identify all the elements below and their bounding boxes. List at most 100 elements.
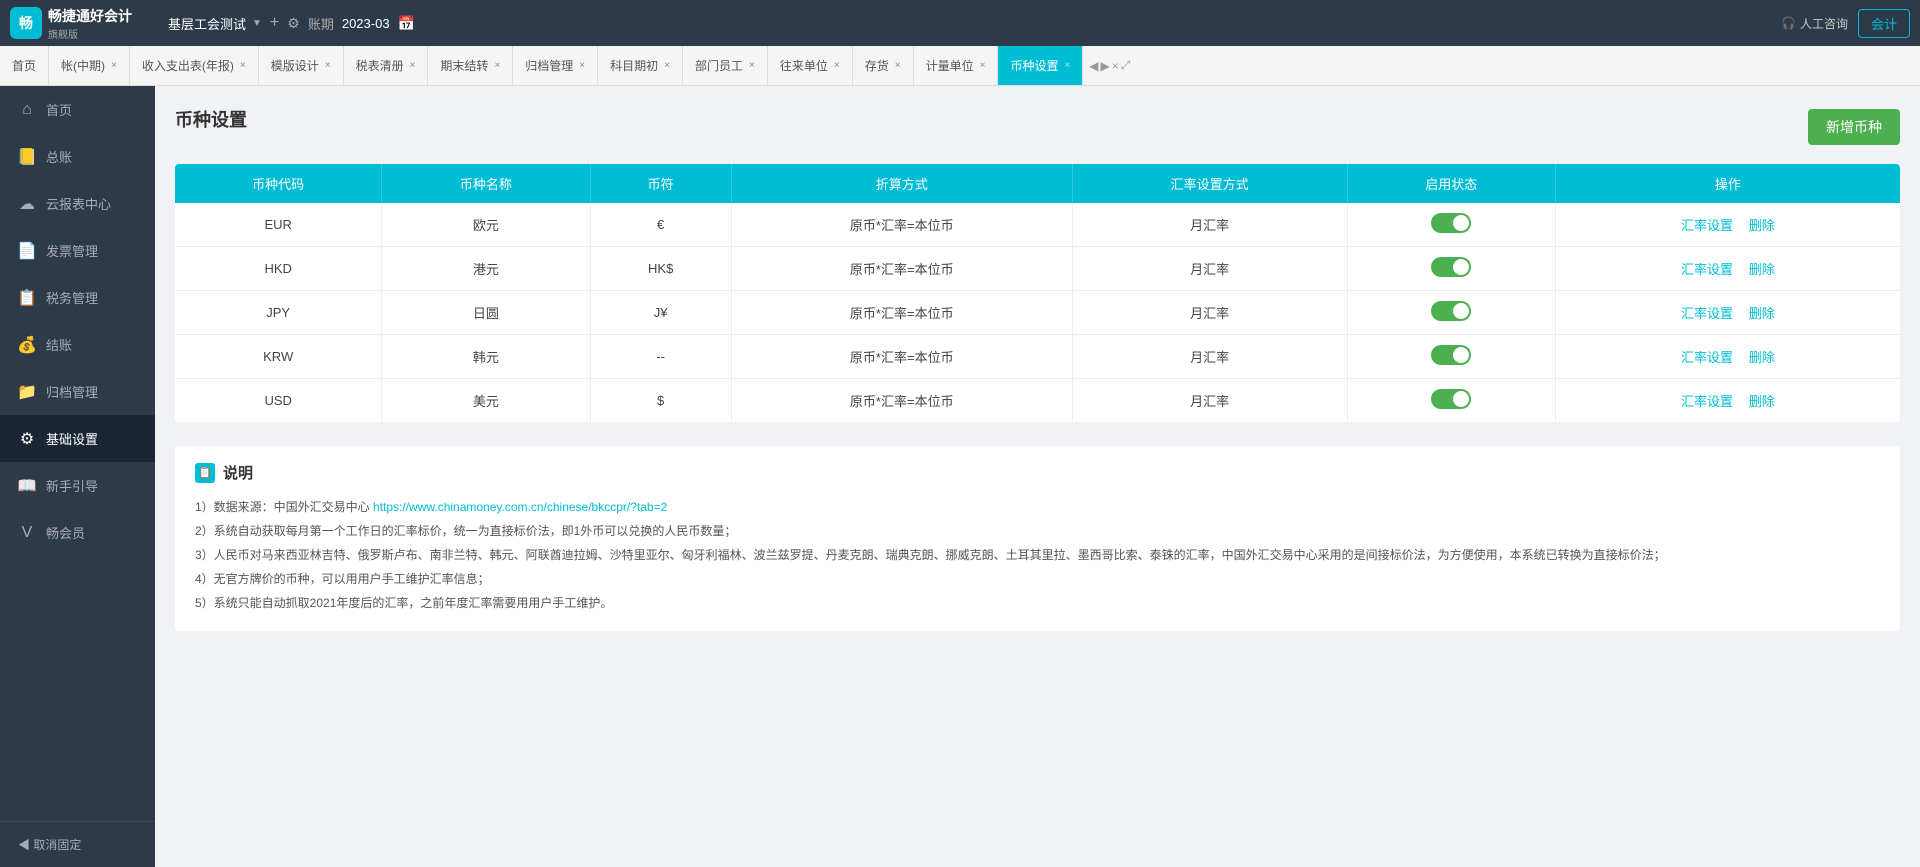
cell-status xyxy=(1347,203,1555,247)
sidebar-item-invoice[interactable]: 📄 发票管理 xyxy=(0,227,155,274)
cell-symbol: € xyxy=(590,203,731,247)
settle-icon: 💰 xyxy=(18,336,36,354)
main-layout: ⌂ 首页 📒 总账 ☁ 云报表中心 📄 发票管理 📋 税务管理 💰 结账 📁 归… xyxy=(0,86,1920,867)
delete-link[interactable]: 删除 xyxy=(1749,262,1775,277)
sidebar-item-member[interactable]: V 畅会员 xyxy=(0,509,155,556)
delete-link[interactable]: 删除 xyxy=(1749,350,1775,365)
tab-subject[interactable]: 科目期初 × xyxy=(598,46,683,86)
tab-inventory[interactable]: 存货 × xyxy=(853,46,914,86)
tab-income-label: 收入支出表(年报) xyxy=(142,57,234,74)
logo-char: 畅 xyxy=(19,13,33,33)
tab-dept-close[interactable]: × xyxy=(749,60,755,71)
tab-partner-close[interactable]: × xyxy=(834,60,840,71)
sidebar-item-archive[interactable]: 📁 归档管理 xyxy=(0,368,155,415)
chevron-down-icon: ▼ xyxy=(252,18,262,29)
sidebar-item-home[interactable]: ⌂ 首页 xyxy=(0,86,155,133)
cell-rate-type: 月汇率 xyxy=(1072,291,1347,335)
col-calc: 折算方式 xyxy=(731,164,1072,203)
notice-external-link[interactable]: https://www.chinamoney.com.cn/chinese/bk… xyxy=(373,500,667,514)
cell-rate-type: 月汇率 xyxy=(1072,247,1347,291)
rate-setting-link[interactable]: 汇率设置 xyxy=(1681,218,1733,233)
settings-icon[interactable]: ⚙ xyxy=(287,15,300,32)
toggle-switch[interactable] xyxy=(1431,345,1471,365)
tab-ledger[interactable]: 帐(中期) × xyxy=(49,46,130,86)
tab-tax-close[interactable]: × xyxy=(410,60,416,71)
table-row: KRW 韩元 -- 原币*汇率=本位币 月汇率 汇率设置 删除 xyxy=(175,335,1900,379)
calendar-icon[interactable]: 📅 xyxy=(398,15,415,32)
tab-next-icon[interactable]: ▶ xyxy=(1101,59,1110,73)
toggle-thumb xyxy=(1453,391,1469,407)
rate-setting-link[interactable]: 汇率设置 xyxy=(1681,306,1733,321)
tab-tax[interactable]: 税表清册 × xyxy=(344,46,429,86)
table-header-row: 币种代码 币种名称 币符 折算方式 汇率设置方式 启用状态 操作 xyxy=(175,164,1900,203)
cell-symbol: $ xyxy=(590,379,731,423)
tab-partner[interactable]: 往来单位 × xyxy=(768,46,853,86)
tab-income-close[interactable]: × xyxy=(240,60,246,71)
sidebar-item-report[interactable]: ☁ 云报表中心 xyxy=(0,180,155,227)
tab-unit-close[interactable]: × xyxy=(980,60,986,71)
tab-unit[interactable]: 计量单位 × xyxy=(914,46,999,86)
tab-period[interactable]: 期末结转 × xyxy=(428,46,513,86)
tab-inventory-close[interactable]: × xyxy=(895,60,901,71)
tab-archive[interactable]: 归档管理 × xyxy=(513,46,598,86)
rate-setting-link[interactable]: 汇率设置 xyxy=(1681,350,1733,365)
cell-calc: 原币*汇率=本位币 xyxy=(731,379,1072,423)
sidebar-item-guide-label: 新手引导 xyxy=(46,476,98,495)
tab-template[interactable]: 模版设计 × xyxy=(259,46,344,86)
sidebar-item-archive-label: 归档管理 xyxy=(46,382,98,401)
tab-subject-close[interactable]: × xyxy=(664,60,670,71)
account-button[interactable]: 会计 xyxy=(1858,9,1910,38)
rate-setting-link[interactable]: 汇率设置 xyxy=(1681,262,1733,277)
tab-archive-close[interactable]: × xyxy=(579,60,585,71)
cell-calc: 原币*汇率=本位币 xyxy=(731,247,1072,291)
sidebar-toggle[interactable]: ◀ 取消固定 xyxy=(0,821,155,867)
sidebar-item-basic[interactable]: ⚙ 基础设置 xyxy=(0,415,155,462)
sidebar-item-tax[interactable]: 📋 税务管理 xyxy=(0,274,155,321)
sidebar-item-settle-label: 结账 xyxy=(46,335,72,354)
tab-currency-close[interactable]: × xyxy=(1064,60,1070,71)
toggle-switch[interactable] xyxy=(1431,389,1471,409)
tab-period-close[interactable]: × xyxy=(494,60,500,71)
sidebar-item-settle[interactable]: 💰 结账 xyxy=(0,321,155,368)
currency-table: 币种代码 币种名称 币符 折算方式 汇率设置方式 启用状态 操作 EUR 欧元 … xyxy=(175,164,1900,422)
sidebar-item-guide[interactable]: 📖 新手引导 xyxy=(0,462,155,509)
tab-income[interactable]: 收入支出表(年报) × xyxy=(130,46,259,86)
cell-actions: 汇率设置 删除 xyxy=(1555,291,1900,335)
delete-link[interactable]: 删除 xyxy=(1749,394,1775,409)
delete-link[interactable]: 删除 xyxy=(1749,306,1775,321)
tab-expand-icon[interactable]: ⤢ xyxy=(1121,58,1131,73)
toggle-switch[interactable] xyxy=(1431,257,1471,277)
sidebar-item-basic-label: 基础设置 xyxy=(46,429,98,448)
new-currency-button[interactable]: 新增币种 xyxy=(1808,109,1900,145)
add-icon[interactable]: + xyxy=(270,14,279,32)
tab-nav: ◀ ▶ × ⤢ xyxy=(1083,58,1136,73)
sidebar-item-ledger[interactable]: 📒 总账 xyxy=(0,133,155,180)
table-row: JPY 日圆 J¥ 原币*汇率=本位币 月汇率 汇率设置 删除 xyxy=(175,291,1900,335)
tab-template-close[interactable]: × xyxy=(325,60,331,71)
tab-dept[interactable]: 部门员工 × xyxy=(683,46,768,86)
tab-ledger-close[interactable]: × xyxy=(111,60,117,71)
tab-currency[interactable]: 币种设置 × xyxy=(998,46,1083,86)
tab-inventory-label: 存货 xyxy=(865,57,889,74)
tab-home[interactable]: 首页 xyxy=(0,46,49,86)
cell-code: EUR xyxy=(175,203,382,247)
notice-item: 4）无官方牌价的币种，可以用用户手工维护汇率信息； xyxy=(195,567,1880,591)
tax-icon: 📋 xyxy=(18,289,36,307)
period-value: 2023-03 xyxy=(342,16,390,31)
cell-symbol: J¥ xyxy=(590,291,731,335)
rate-setting-link[interactable]: 汇率设置 xyxy=(1681,394,1733,409)
col-name: 币种名称 xyxy=(382,164,590,203)
toggle-switch[interactable] xyxy=(1431,213,1471,233)
table-row: HKD 港元 HK$ 原币*汇率=本位币 月汇率 汇率设置 删除 xyxy=(175,247,1900,291)
company-selector[interactable]: 基层工会测试 ▼ xyxy=(168,14,262,33)
toggle-switch[interactable] xyxy=(1431,301,1471,321)
tab-prev-icon[interactable]: ◀ xyxy=(1089,59,1098,73)
cell-calc: 原币*汇率=本位币 xyxy=(731,291,1072,335)
delete-link[interactable]: 删除 xyxy=(1749,218,1775,233)
header-row: 币种设置 新增币种 xyxy=(175,106,1900,148)
tab-close-all-icon[interactable]: × xyxy=(1112,59,1119,73)
cell-name: 日圆 xyxy=(382,291,590,335)
help-button[interactable]: 🎧 人工咨询 xyxy=(1781,15,1848,32)
toggle-track xyxy=(1431,389,1471,409)
table-row: USD 美元 $ 原币*汇率=本位币 月汇率 汇率设置 删除 xyxy=(175,379,1900,423)
